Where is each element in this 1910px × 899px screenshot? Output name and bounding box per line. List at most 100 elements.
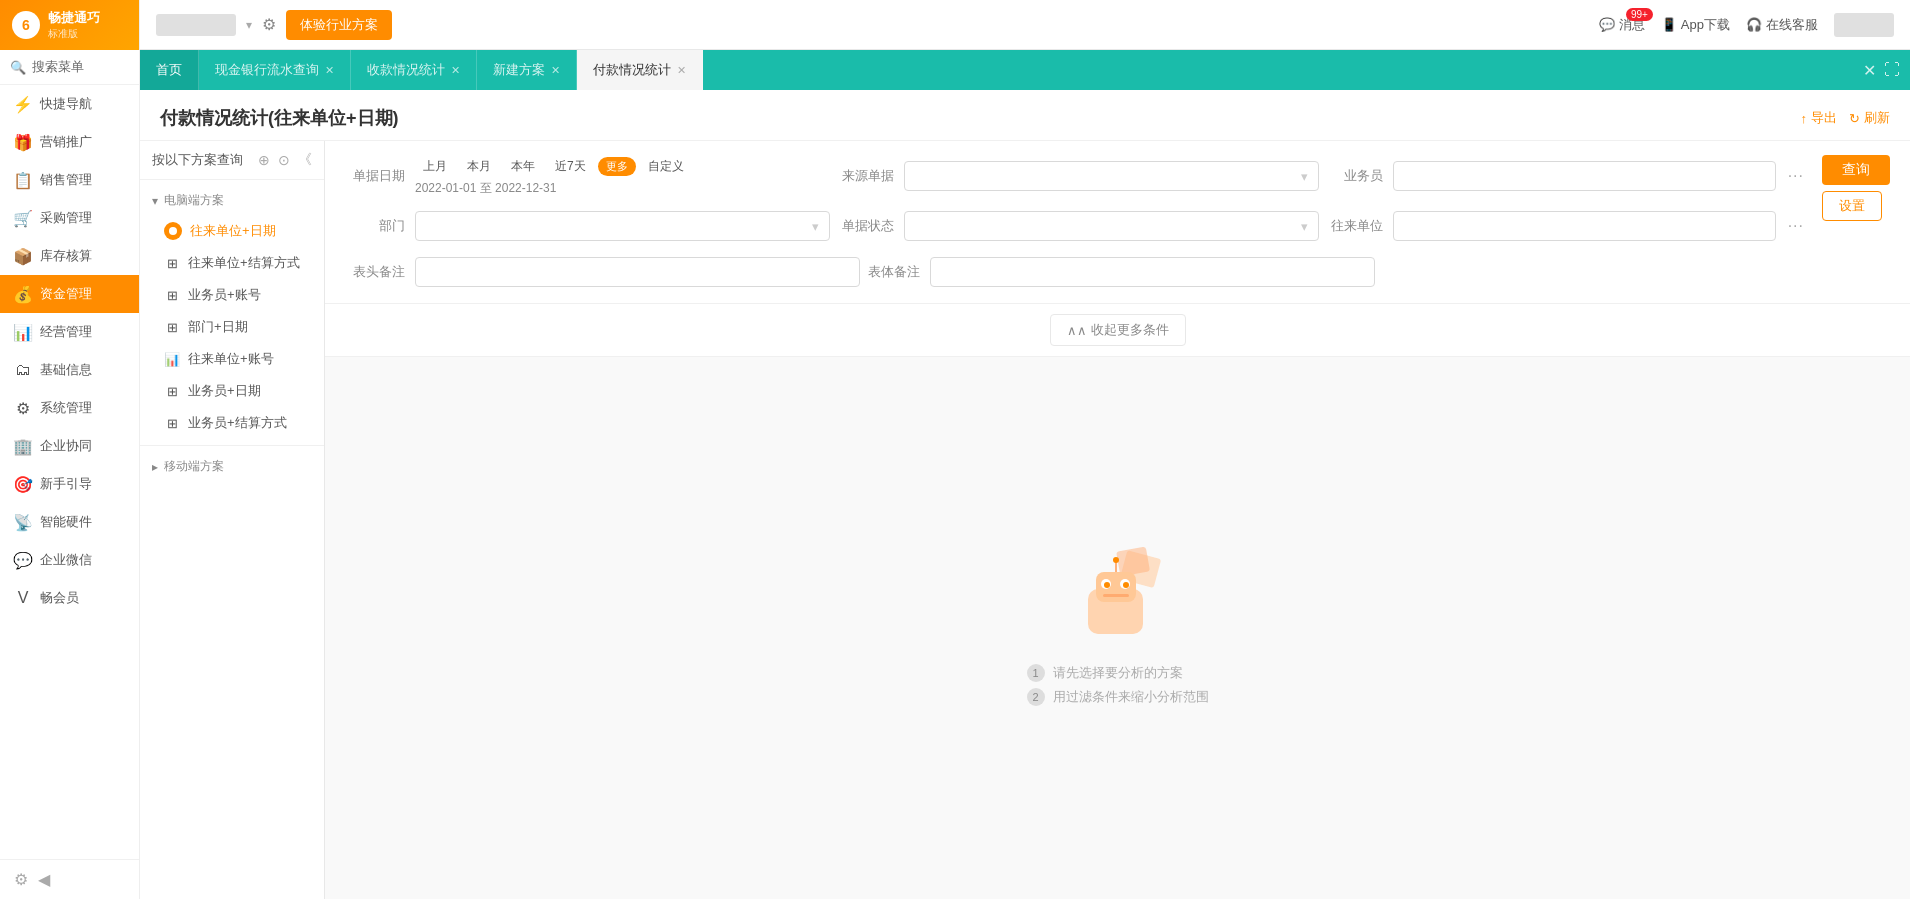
status-filter-cell: 单据状态 ▾ <box>834 209 1323 243</box>
brand-sub: 标准版 <box>48 27 100 41</box>
collapse-chevron-icon: ∧∧ <box>1067 323 1087 338</box>
header-settings-icon[interactable]: ⚙ <box>262 15 276 34</box>
date-last-month[interactable]: 上月 <box>415 155 455 178</box>
scheme-item-staff-settle[interactable]: ⊞ 业务员+结算方式 <box>140 407 324 439</box>
staff-dots[interactable]: ··· <box>1780 167 1812 185</box>
sidebar-item-label: 销售管理 <box>40 171 92 189</box>
sales-icon: 📋 <box>14 171 32 189</box>
empty-hint-1-text: 请先选择要分析的方案 <box>1053 664 1183 682</box>
tab-new[interactable]: 新建方案 ✕ <box>477 50 577 90</box>
app-label: App下载 <box>1681 16 1730 34</box>
tab-bar-actions: ✕ ⛶ <box>1853 50 1910 90</box>
app-download-btn[interactable]: 📱 App下载 <box>1661 16 1730 34</box>
body-remark-cell: 表体备注 <box>860 255 1375 289</box>
user-avatar[interactable] <box>1834 13 1894 37</box>
export-label: 导出 <box>1811 109 1837 127</box>
sidebar-item-enterprise[interactable]: 🏢 企业协同 <box>0 427 139 465</box>
refresh-btn[interactable]: ↻ 刷新 <box>1849 109 1890 127</box>
scheme-panel-header: 按以下方案查询 ⊕ ⊙ 《 <box>140 141 324 180</box>
tab-payment[interactable]: 付款情况统计 ✕ <box>577 50 703 90</box>
date-7days[interactable]: 近7天 <box>547 155 594 178</box>
message-btn[interactable]: 💬 消息 99+ <box>1599 16 1645 34</box>
sidebar-item-hardware[interactable]: 📡 智能硬件 <box>0 503 139 541</box>
scheme-panel: 按以下方案查询 ⊕ ⊙ 《 ▾ 电脑端方案 往来单位+日期 <box>140 141 325 899</box>
body-remark-label: 表体备注 <box>860 263 930 281</box>
dept-input[interactable]: ▾ <box>415 211 830 241</box>
scheme-item-staff-account[interactable]: ⊞ 业务员+账号 <box>140 279 324 311</box>
scheme-item-unit-account[interactable]: 📊 往来单位+账号 <box>140 343 324 375</box>
sidebar-item-member[interactable]: V 畅会员 <box>0 579 139 617</box>
tab-close-btn[interactable]: ✕ <box>1863 61 1876 80</box>
scheme-item-unit-date[interactable]: 往来单位+日期 <box>140 215 324 247</box>
sidebar-settings-icon[interactable]: ⚙ <box>14 870 28 889</box>
collapse-label: 收起更多条件 <box>1091 321 1169 339</box>
scheme-item-staff-date[interactable]: ⊞ 业务员+日期 <box>140 375 324 407</box>
unit-input[interactable] <box>1393 211 1776 241</box>
sidebar-header: 6 畅捷通巧 标准版 <box>0 0 139 50</box>
tab-payment-close[interactable]: ✕ <box>677 64 686 77</box>
sidebar-item-label: 畅会员 <box>40 589 79 607</box>
sidebar-collapse-icon[interactable]: ◀ <box>38 870 50 889</box>
sidebar-item-operation[interactable]: 📊 经营管理 <box>0 313 139 351</box>
scheme-item-unit-settle[interactable]: ⊞ 往来单位+结算方式 <box>140 247 324 279</box>
tab-receipt-close[interactable]: ✕ <box>451 64 460 77</box>
scheme-settings-icon[interactable]: ⊙ <box>278 152 290 168</box>
empty-hint-2: 2 用过滤条件来缩小分析范围 <box>1027 688 1209 706</box>
staff-input[interactable] <box>1393 161 1776 191</box>
sidebar-item-sales[interactable]: 📋 销售管理 <box>0 161 139 199</box>
scheme-collapse-icon[interactable]: 《 <box>298 151 312 169</box>
date-custom[interactable]: 自定义 <box>640 155 692 178</box>
scheme-item-label: 往来单位+结算方式 <box>188 254 300 272</box>
online-service-btn[interactable]: 🎧 在线客服 <box>1746 16 1818 34</box>
header-remark-input[interactable] <box>415 257 860 287</box>
sidebar-item-quicknav[interactable]: ⚡ 快捷导航 <box>0 85 139 123</box>
tab-home[interactable]: 首页 <box>140 50 199 90</box>
empty-illustration <box>1068 544 1168 644</box>
status-input[interactable]: ▾ <box>904 211 1319 241</box>
date-this-year[interactable]: 本年 <box>503 155 543 178</box>
collapse-btn[interactable]: ∧∧ 收起更多条件 <box>1050 314 1186 346</box>
sidebar-search-item[interactable]: 🔍 搜索菜单 <box>0 50 139 85</box>
try-industry-btn[interactable]: 体验行业方案 <box>286 10 392 40</box>
inventory-icon: 📦 <box>14 247 32 265</box>
svg-point-10 <box>1113 557 1119 563</box>
sidebar-item-funds[interactable]: 💰 资金管理 <box>0 275 139 313</box>
source-chevron: ▾ <box>1301 169 1308 184</box>
tab-expand-btn[interactable]: ⛶ <box>1884 61 1900 79</box>
sidebar-item-system[interactable]: ⚙ 系统管理 <box>0 389 139 427</box>
sidebar-item-inventory[interactable]: 📦 库存核算 <box>0 237 139 275</box>
sidebar-item-marketing[interactable]: 🎁 营销推广 <box>0 123 139 161</box>
sidebar: 6 畅捷通巧 标准版 🔍 搜索菜单 ⚡ 快捷导航 🎁 营销推广 📋 销售管理 🛒… <box>0 0 140 899</box>
sidebar-item-wechat[interactable]: 💬 企业微信 <box>0 541 139 579</box>
sidebar-item-guide[interactable]: 🎯 新手引导 <box>0 465 139 503</box>
sidebar-item-purchase[interactable]: 🛒 采购管理 <box>0 199 139 237</box>
sidebar-item-label: 系统管理 <box>40 399 92 417</box>
date-more[interactable]: 更多 <box>598 157 636 176</box>
source-input[interactable]: ▾ <box>904 161 1319 191</box>
tab-new-close[interactable]: ✕ <box>551 64 560 77</box>
guide-icon: 🎯 <box>14 475 32 493</box>
scheme-table-icon: ⊞ <box>164 415 180 431</box>
hardware-icon: 📡 <box>14 513 32 531</box>
sidebar-item-label: 资金管理 <box>40 285 92 303</box>
scheme-item-dept-date[interactable]: ⊞ 部门+日期 <box>140 311 324 343</box>
tab-home-label: 首页 <box>156 61 182 79</box>
date-filter-cell: 单据日期 上月 本月 本年 近7天 更多 自定义 <box>345 155 834 197</box>
export-btn[interactable]: ↑ 导出 <box>1801 109 1838 127</box>
date-this-month[interactable]: 本月 <box>459 155 499 178</box>
settings-filter-btn[interactable]: 设置 <box>1822 191 1882 221</box>
tab-receipt[interactable]: 收款情况统计 ✕ <box>351 50 477 90</box>
empty-num-1: 1 <box>1027 664 1045 682</box>
member-icon: V <box>14 589 32 607</box>
scheme-add-icon[interactable]: ⊕ <box>258 152 270 168</box>
body-remark-input[interactable] <box>930 257 1375 287</box>
sidebar-item-label: 企业协同 <box>40 437 92 455</box>
desktop-section-title[interactable]: ▾ 电脑端方案 <box>140 186 324 215</box>
tab-cashflow-close[interactable]: ✕ <box>325 64 334 77</box>
query-btn[interactable]: 查询 <box>1822 155 1890 185</box>
unit-dots[interactable]: ··· <box>1780 217 1812 235</box>
tab-cashflow[interactable]: 现金银行流水查询 ✕ <box>199 50 351 90</box>
sidebar-item-basic[interactable]: 🗂 基础信息 <box>0 351 139 389</box>
mobile-section-title[interactable]: ▸ 移动端方案 <box>140 452 324 481</box>
marketing-icon: 🎁 <box>14 133 32 151</box>
